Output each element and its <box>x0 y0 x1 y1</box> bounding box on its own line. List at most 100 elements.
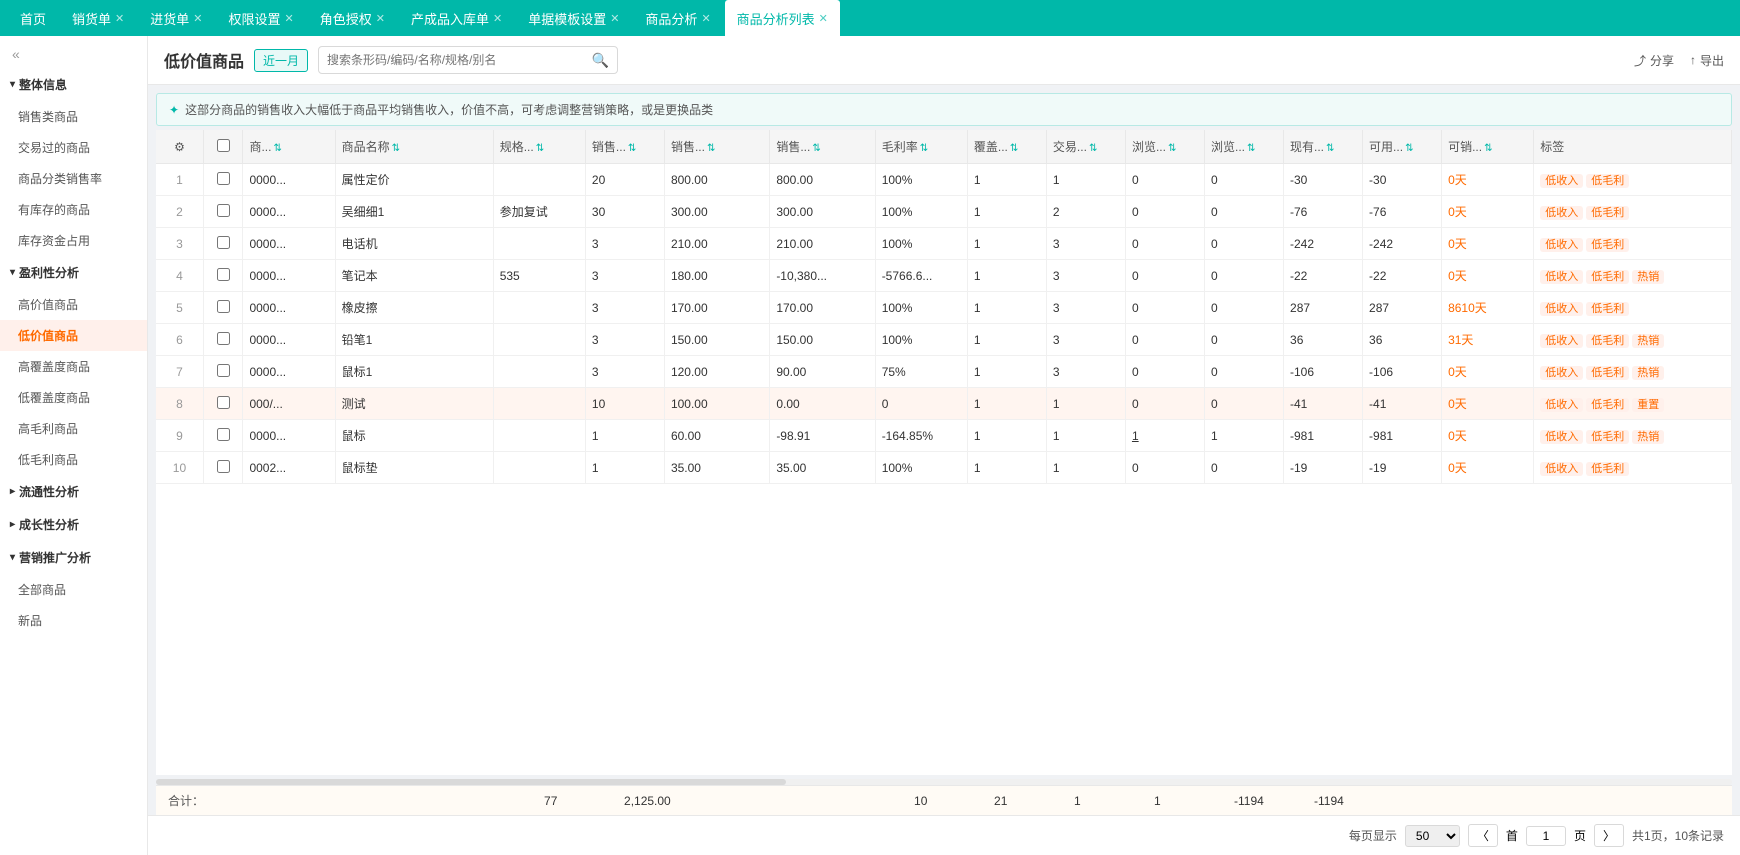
close-icon[interactable]: ✕ <box>115 12 124 25</box>
nav-product-analysis-list[interactable]: 商品分析列表 ✕ <box>725 0 840 36</box>
row-checkbox-cell[interactable] <box>203 292 243 324</box>
col-gross-margin[interactable]: 毛利率⇅ <box>875 130 967 164</box>
col-sales-profit[interactable]: 销售...⇅ <box>770 130 875 164</box>
row-checkbox[interactable] <box>217 236 230 249</box>
search-icon[interactable]: 🔍 <box>592 52 609 69</box>
row-views2: 0 <box>1204 196 1283 228</box>
row-views1: 0 <box>1125 388 1204 420</box>
col-coverage[interactable]: 覆盖...⇅ <box>967 130 1046 164</box>
nav-product-analysis[interactable]: 商品分析 ✕ <box>633 0 722 36</box>
col-code[interactable]: 商...⇅ <box>243 130 335 164</box>
sidebar-item-low-coverage[interactable]: 低覆盖度商品 <box>0 382 147 413</box>
col-spec[interactable]: 规格...⇅ <box>493 130 585 164</box>
sidebar-group-marketing[interactable]: ▾ 营销推广分析 <box>0 541 147 574</box>
col-name[interactable]: 商品名称⇅ <box>335 130 493 164</box>
next-page-btn[interactable]: 〉 <box>1594 824 1624 847</box>
export-button[interactable]: ↑ 导出 <box>1690 52 1724 69</box>
row-checkbox-cell[interactable] <box>203 164 243 196</box>
row-checkbox-cell[interactable] <box>203 228 243 260</box>
col-views2[interactable]: 浏览...⇅ <box>1204 130 1283 164</box>
sidebar-item-sales-products[interactable]: 销售类商品 <box>0 101 147 132</box>
nav-product-inbound[interactable]: 产成品入库单 ✕ <box>399 0 514 36</box>
row-checkbox-cell[interactable] <box>203 356 243 388</box>
chevron-down-icon: ▾ <box>10 267 15 278</box>
row-checkbox[interactable] <box>217 396 230 409</box>
sidebar-item-category-rate[interactable]: 商品分类销售率 <box>0 163 147 194</box>
row-sellable: 8610天 <box>1442 292 1534 324</box>
col-sales-amount[interactable]: 销售...⇅ <box>664 130 769 164</box>
row-checkbox-cell[interactable] <box>203 196 243 228</box>
close-icon[interactable]: ✕ <box>701 12 710 25</box>
tag-badge: 低毛利 <box>1586 398 1629 412</box>
close-icon[interactable]: ✕ <box>493 12 502 25</box>
select-all-checkbox[interactable] <box>217 139 230 152</box>
sidebar-collapse-btn[interactable]: « <box>10 44 22 64</box>
sidebar-item-stock-capital[interactable]: 库存资金占用 <box>0 225 147 256</box>
sidebar-item-new-products[interactable]: 新品 <box>0 605 147 636</box>
row-transaction: 1 <box>1046 420 1125 452</box>
row-checkbox[interactable] <box>217 204 230 217</box>
col-transaction[interactable]: 交易...⇅ <box>1046 130 1125 164</box>
row-checkbox-cell[interactable] <box>203 420 243 452</box>
close-icon[interactable]: ✕ <box>193 12 202 25</box>
per-page-select[interactable]: 50 100 200 <box>1405 825 1460 847</box>
col-checkbox[interactable] <box>203 130 243 164</box>
tag-badge: 热销 <box>1632 366 1664 380</box>
row-views1[interactable]: 1 <box>1125 420 1204 452</box>
row-checkbox-cell[interactable] <box>203 260 243 292</box>
row-checkbox-cell[interactable] <box>203 324 243 356</box>
chevron-right-icon: ▸ <box>10 486 15 497</box>
col-available[interactable]: 可用...⇅ <box>1363 130 1442 164</box>
close-icon[interactable]: ✕ <box>610 12 619 25</box>
close-icon[interactable]: ✕ <box>376 12 385 25</box>
col-settings[interactable]: ⚙ <box>156 130 203 164</box>
row-stock: -41 <box>1284 388 1363 420</box>
row-checkbox[interactable] <box>217 300 230 313</box>
first-page-btn[interactable]: 〈 <box>1468 824 1498 847</box>
nav-sales-order[interactable]: 销货单 ✕ <box>60 0 136 36</box>
row-checkbox-cell[interactable] <box>203 452 243 484</box>
col-sales-qty[interactable]: 销售...⇅ <box>585 130 664 164</box>
row-checkbox[interactable] <box>217 332 230 345</box>
sidebar-item-high-value[interactable]: 高价值商品 <box>0 289 147 320</box>
col-views1[interactable]: 浏览...⇅ <box>1125 130 1204 164</box>
nav-role[interactable]: 角色授权 ✕ <box>308 0 397 36</box>
nav-permission[interactable]: 权限设置 ✕ <box>216 0 305 36</box>
search-input[interactable] <box>327 53 592 67</box>
row-checkbox[interactable] <box>217 364 230 377</box>
close-icon[interactable]: ✕ <box>819 12 828 25</box>
sidebar-group-growth[interactable]: ▸ 成长性分析 <box>0 508 147 541</box>
nav-home[interactable]: 首页 <box>8 0 58 36</box>
table-row: 1 0000... 属性定价 20 800.00 800.00 100% 1 1… <box>156 164 1732 196</box>
close-icon[interactable]: ✕ <box>285 12 294 25</box>
col-sellable[interactable]: 可销...⇅ <box>1442 130 1534 164</box>
sidebar-group-flow[interactable]: ▸ 流通性分析 <box>0 475 147 508</box>
sidebar-item-high-coverage[interactable]: 高覆盖度商品 <box>0 351 147 382</box>
row-views1: 0 <box>1125 356 1204 388</box>
row-checkbox-cell[interactable] <box>203 388 243 420</box>
row-checkbox[interactable] <box>217 428 230 441</box>
col-tags[interactable]: 标签 <box>1534 130 1732 164</box>
row-sales-amount: 35.00 <box>664 452 769 484</box>
row-sellable: 0天 <box>1442 420 1534 452</box>
row-sales-profit: -98.91 <box>770 420 875 452</box>
col-stock[interactable]: 现有...⇅ <box>1284 130 1363 164</box>
share-button[interactable]: ⤴ 分享 <box>1634 52 1674 69</box>
period-button[interactable]: 近一月 <box>254 49 308 72</box>
nav-template[interactable]: 单据模板设置 ✕ <box>516 0 631 36</box>
row-name: 笔记本 <box>335 260 493 292</box>
sidebar-group-overall[interactable]: ▾ 整体信息 <box>0 68 147 101</box>
sidebar-item-all-products[interactable]: 全部商品 <box>0 574 147 605</box>
page-input[interactable] <box>1526 826 1566 846</box>
sidebar-item-traded-products[interactable]: 交易过的商品 <box>0 132 147 163</box>
row-checkbox[interactable] <box>217 268 230 281</box>
nav-purchase-order[interactable]: 进货单 ✕ <box>138 0 214 36</box>
row-checkbox[interactable] <box>217 460 230 473</box>
row-checkbox[interactable] <box>217 172 230 185</box>
sidebar-item-stock-products[interactable]: 有库存的商品 <box>0 194 147 225</box>
sidebar-item-low-value[interactable]: 低价值商品 <box>0 320 147 351</box>
row-stock: -76 <box>1284 196 1363 228</box>
sidebar-item-high-profit[interactable]: 高毛利商品 <box>0 413 147 444</box>
sidebar-item-low-profit[interactable]: 低毛利商品 <box>0 444 147 475</box>
sidebar-group-profit[interactable]: ▾ 盈利性分析 <box>0 256 147 289</box>
